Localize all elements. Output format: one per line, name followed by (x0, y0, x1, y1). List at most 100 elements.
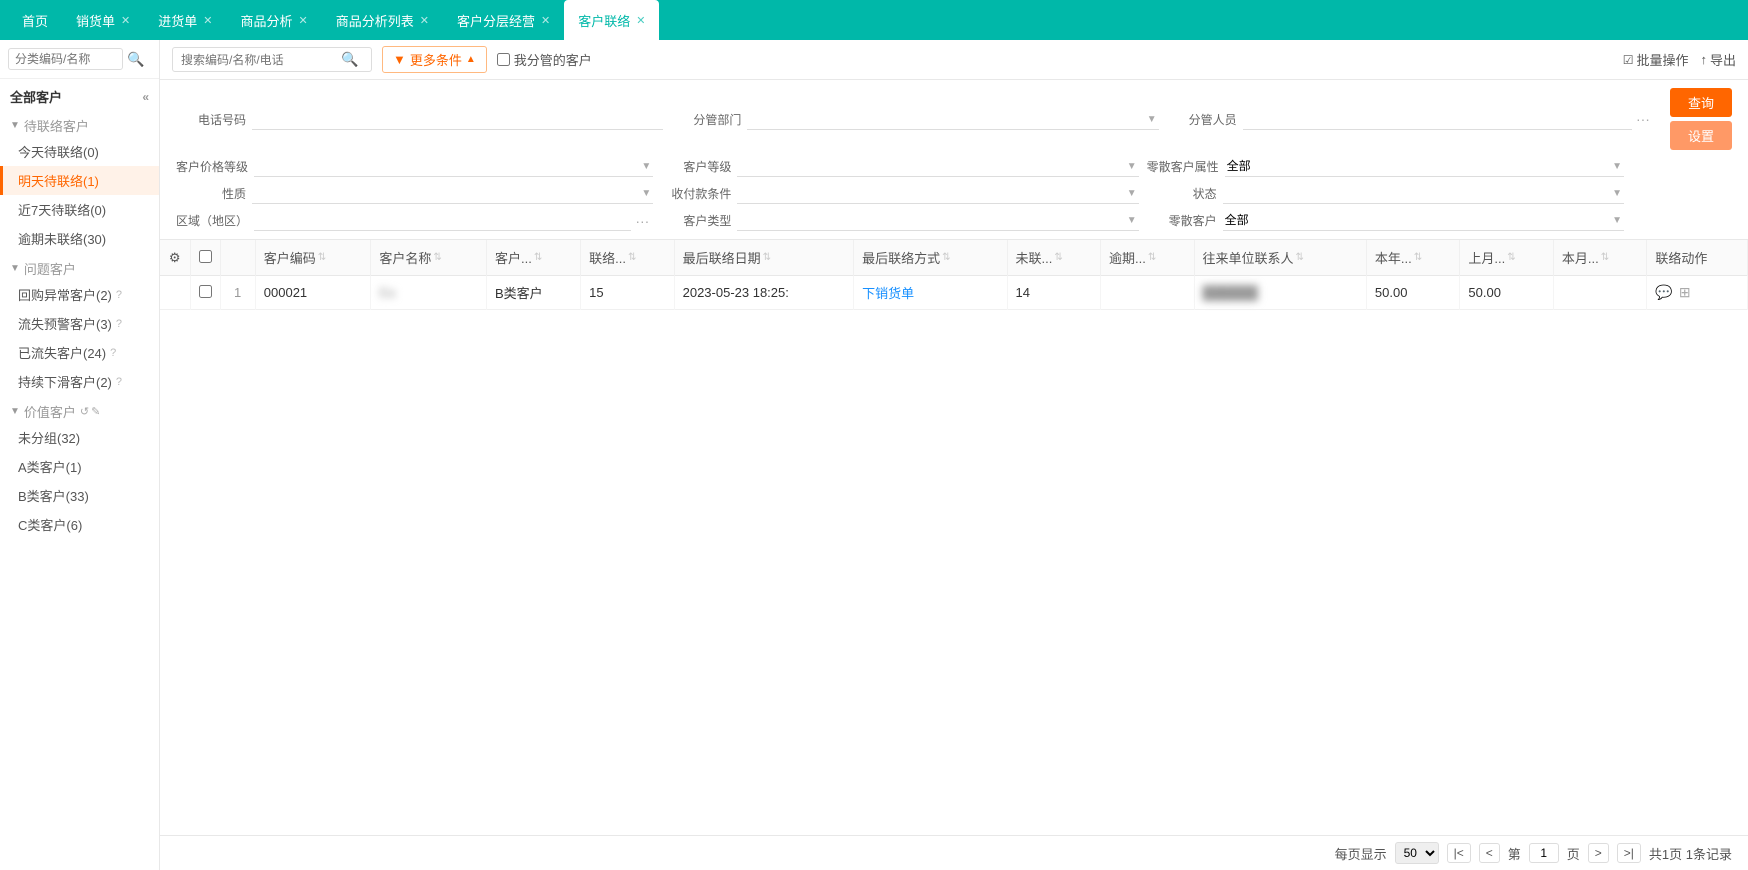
page-number-input[interactable] (1529, 843, 1559, 863)
th-this-month[interactable]: 本月...⇅ (1553, 240, 1647, 276)
sidebar-collapse-icon[interactable]: « (142, 90, 149, 104)
td-action: 💬 ⊞ (1647, 276, 1748, 310)
th-customer-type[interactable]: 客户...⇅ (486, 240, 580, 276)
sidebar-search-wrap: 🔍 (0, 40, 159, 79)
filter-customer-type-select[interactable] (737, 210, 1138, 231)
filter-manager-input[interactable] (1243, 109, 1632, 130)
qr-action-icon[interactable]: ⊞ (1679, 284, 1691, 301)
nav-home[interactable]: 首页 (8, 0, 62, 40)
nav-goods-analysis[interactable]: 商品分析 ✕ (226, 0, 321, 40)
th-gear[interactable]: ⚙ (160, 240, 190, 276)
filter-region-input[interactable] (254, 210, 631, 231)
sidebar-search-input[interactable] (8, 48, 123, 70)
td-unit-contact: ██████ (1194, 276, 1366, 310)
first-page-button[interactable]: |< (1447, 843, 1471, 863)
help-icon[interactable]: ? (116, 289, 122, 301)
toolbar: 🔍 ▼ 更多条件 ▲ 我分管的客户 ☑ 批量操作 ↑ 导出 (160, 40, 1748, 80)
th-name[interactable]: 客户名称⇅ (371, 240, 487, 276)
sidebar-item-lost[interactable]: 已流失客户(24) ? (0, 338, 159, 367)
sidebar-item-class-a[interactable]: A类客户(1) (0, 452, 159, 481)
sidebar-item-lost-risk[interactable]: 流失预警客户(3) ? (0, 309, 159, 338)
my-customer-checkbox[interactable] (497, 53, 510, 66)
nav-goods-analysis-list[interactable]: 商品分析列表 ✕ (322, 0, 443, 40)
th-overdue[interactable]: 逾期...⇅ (1101, 240, 1195, 276)
nav-customer-tier[interactable]: 客户分层经营 ✕ (443, 0, 564, 40)
more-dots-icon[interactable]: ··· (1632, 111, 1654, 127)
sidebar-group-value[interactable]: ▼ 价值客户 ↺ ✎ (0, 396, 159, 423)
sidebar-item-overdue[interactable]: 逾期未联络(30) (0, 224, 159, 253)
th-uncontacted[interactable]: 未联...⇅ (1007, 240, 1101, 276)
sidebar: 🔍 全部客户 « ▼ 待联络客户 今天待联络(0) 明天待联络(1) 近7天待联… (0, 40, 160, 870)
filter-nature-select[interactable] (252, 183, 653, 204)
filter-customer-level-wrap: ▼ (737, 156, 1138, 177)
filter-panel: 电话号码 分管部门 ▼ 分管人员 ··· 查询 设置 (160, 80, 1748, 240)
th-this-year[interactable]: 本年...⇅ (1366, 240, 1460, 276)
total-records: 共1页 1条记录 (1649, 844, 1732, 863)
filter-status-select[interactable] (1223, 183, 1624, 204)
table-row: 1 000021 Ea B类客户 15 2023-05-23 18:25: 下销… (160, 276, 1748, 310)
th-unit-contact[interactable]: 往来单位联系人⇅ (1194, 240, 1366, 276)
filter-price-level: 客户价格等级 ▼ (176, 156, 653, 177)
help-icon[interactable]: ? (116, 376, 122, 388)
sidebar-search-icon[interactable]: 🔍 (127, 51, 144, 68)
th-code[interactable]: 客户编码⇅ (255, 240, 371, 276)
close-icon[interactable]: ✕ (299, 14, 308, 27)
close-icon[interactable]: ✕ (203, 14, 212, 27)
search-input[interactable] (181, 53, 341, 67)
search-icon[interactable]: 🔍 (341, 51, 358, 68)
next-page-button[interactable]: > (1588, 843, 1609, 863)
query-button[interactable]: 查询 (1670, 88, 1732, 117)
sidebar-group-pending[interactable]: ▼ 待联络客户 (0, 110, 159, 137)
more-filter-button[interactable]: ▼ 更多条件 ▲ (382, 46, 487, 73)
prev-page-button[interactable]: < (1479, 843, 1500, 863)
td-last-contact-date: 2023-05-23 18:25: (674, 276, 853, 310)
sidebar-item-week[interactable]: 近7天待联络(0) (0, 195, 159, 224)
per-page-select[interactable]: 50 (1395, 842, 1439, 864)
nav-sales[interactable]: 销货单 ✕ (62, 0, 144, 40)
sidebar-item-today[interactable]: 今天待联络(0) (0, 137, 159, 166)
sidebar-item-class-b[interactable]: B类客户(33) (0, 481, 159, 510)
value-edit-icon[interactable]: ✎ (91, 405, 100, 418)
all-customers-title: 全部客户 « (0, 79, 159, 110)
th-last-month[interactable]: 上月...⇅ (1460, 240, 1554, 276)
filter-price-level-select[interactable] (254, 156, 653, 177)
sidebar-item-ungrouped[interactable]: 未分组(32) (0, 423, 159, 452)
batch-ops-button[interactable]: ☑ 批量操作 (1623, 50, 1689, 69)
help-icon[interactable]: ? (116, 318, 122, 330)
filter-customer-level-select[interactable] (737, 156, 1138, 177)
sidebar-item-class-c[interactable]: C类客户(6) (0, 510, 159, 539)
sidebar-item-declining[interactable]: 持续下滑客户(2) ? (0, 367, 159, 396)
toolbar-right: ☑ 批量操作 ↑ 导出 (1623, 50, 1736, 69)
sidebar-item-tomorrow[interactable]: 明天待联络(1) (0, 166, 159, 195)
th-last-contact-date[interactable]: 最后联络日期⇅ (674, 240, 853, 276)
row-checkbox[interactable] (199, 285, 212, 298)
filter-price-level-wrap: ▼ (254, 156, 653, 177)
th-contact[interactable]: 联络...⇅ (581, 240, 675, 276)
set-button[interactable]: 设置 (1670, 121, 1732, 150)
select-all-checkbox[interactable] (199, 250, 212, 263)
sidebar-item-repurchase-abnormal[interactable]: 回购异常客户(2) ? (0, 280, 159, 309)
close-icon[interactable]: ✕ (541, 14, 550, 27)
filter-dept-select[interactable] (747, 109, 1158, 130)
filter-payment-select[interactable] (737, 183, 1138, 204)
export-button[interactable]: ↑ 导出 (1700, 50, 1736, 69)
value-refresh-icon[interactable]: ↺ (80, 405, 89, 418)
help-icon[interactable]: ? (110, 347, 116, 359)
filter-phone-input[interactable] (252, 109, 663, 130)
filter-retail-customer-select[interactable]: 全部 (1223, 210, 1624, 231)
nav-customer-contact[interactable]: 客户联络 ✕ (564, 0, 659, 40)
th-last-contact-method[interactable]: 最后联络方式⇅ (854, 240, 1007, 276)
contact-action-icon[interactable]: 💬 (1655, 284, 1672, 301)
last-contact-method-link[interactable]: 下销货单 (862, 286, 914, 301)
close-icon[interactable]: ✕ (121, 14, 130, 27)
filter-row-3: 性质 ▼ 收付款条件 ▼ 状态 (176, 183, 1732, 204)
filter-retail-attr-select[interactable]: 全部 (1225, 156, 1624, 177)
td-customer-type: B类客户 (486, 276, 580, 310)
sidebar-group-problem[interactable]: ▼ 问题客户 (0, 253, 159, 280)
td-gear (160, 276, 190, 310)
nav-purchase[interactable]: 进货单 ✕ (144, 0, 226, 40)
last-page-button[interactable]: >| (1617, 843, 1641, 863)
close-icon[interactable]: ✕ (420, 14, 429, 27)
more-dots-icon[interactable]: ··· (631, 213, 653, 229)
close-icon[interactable]: ✕ (636, 14, 645, 27)
